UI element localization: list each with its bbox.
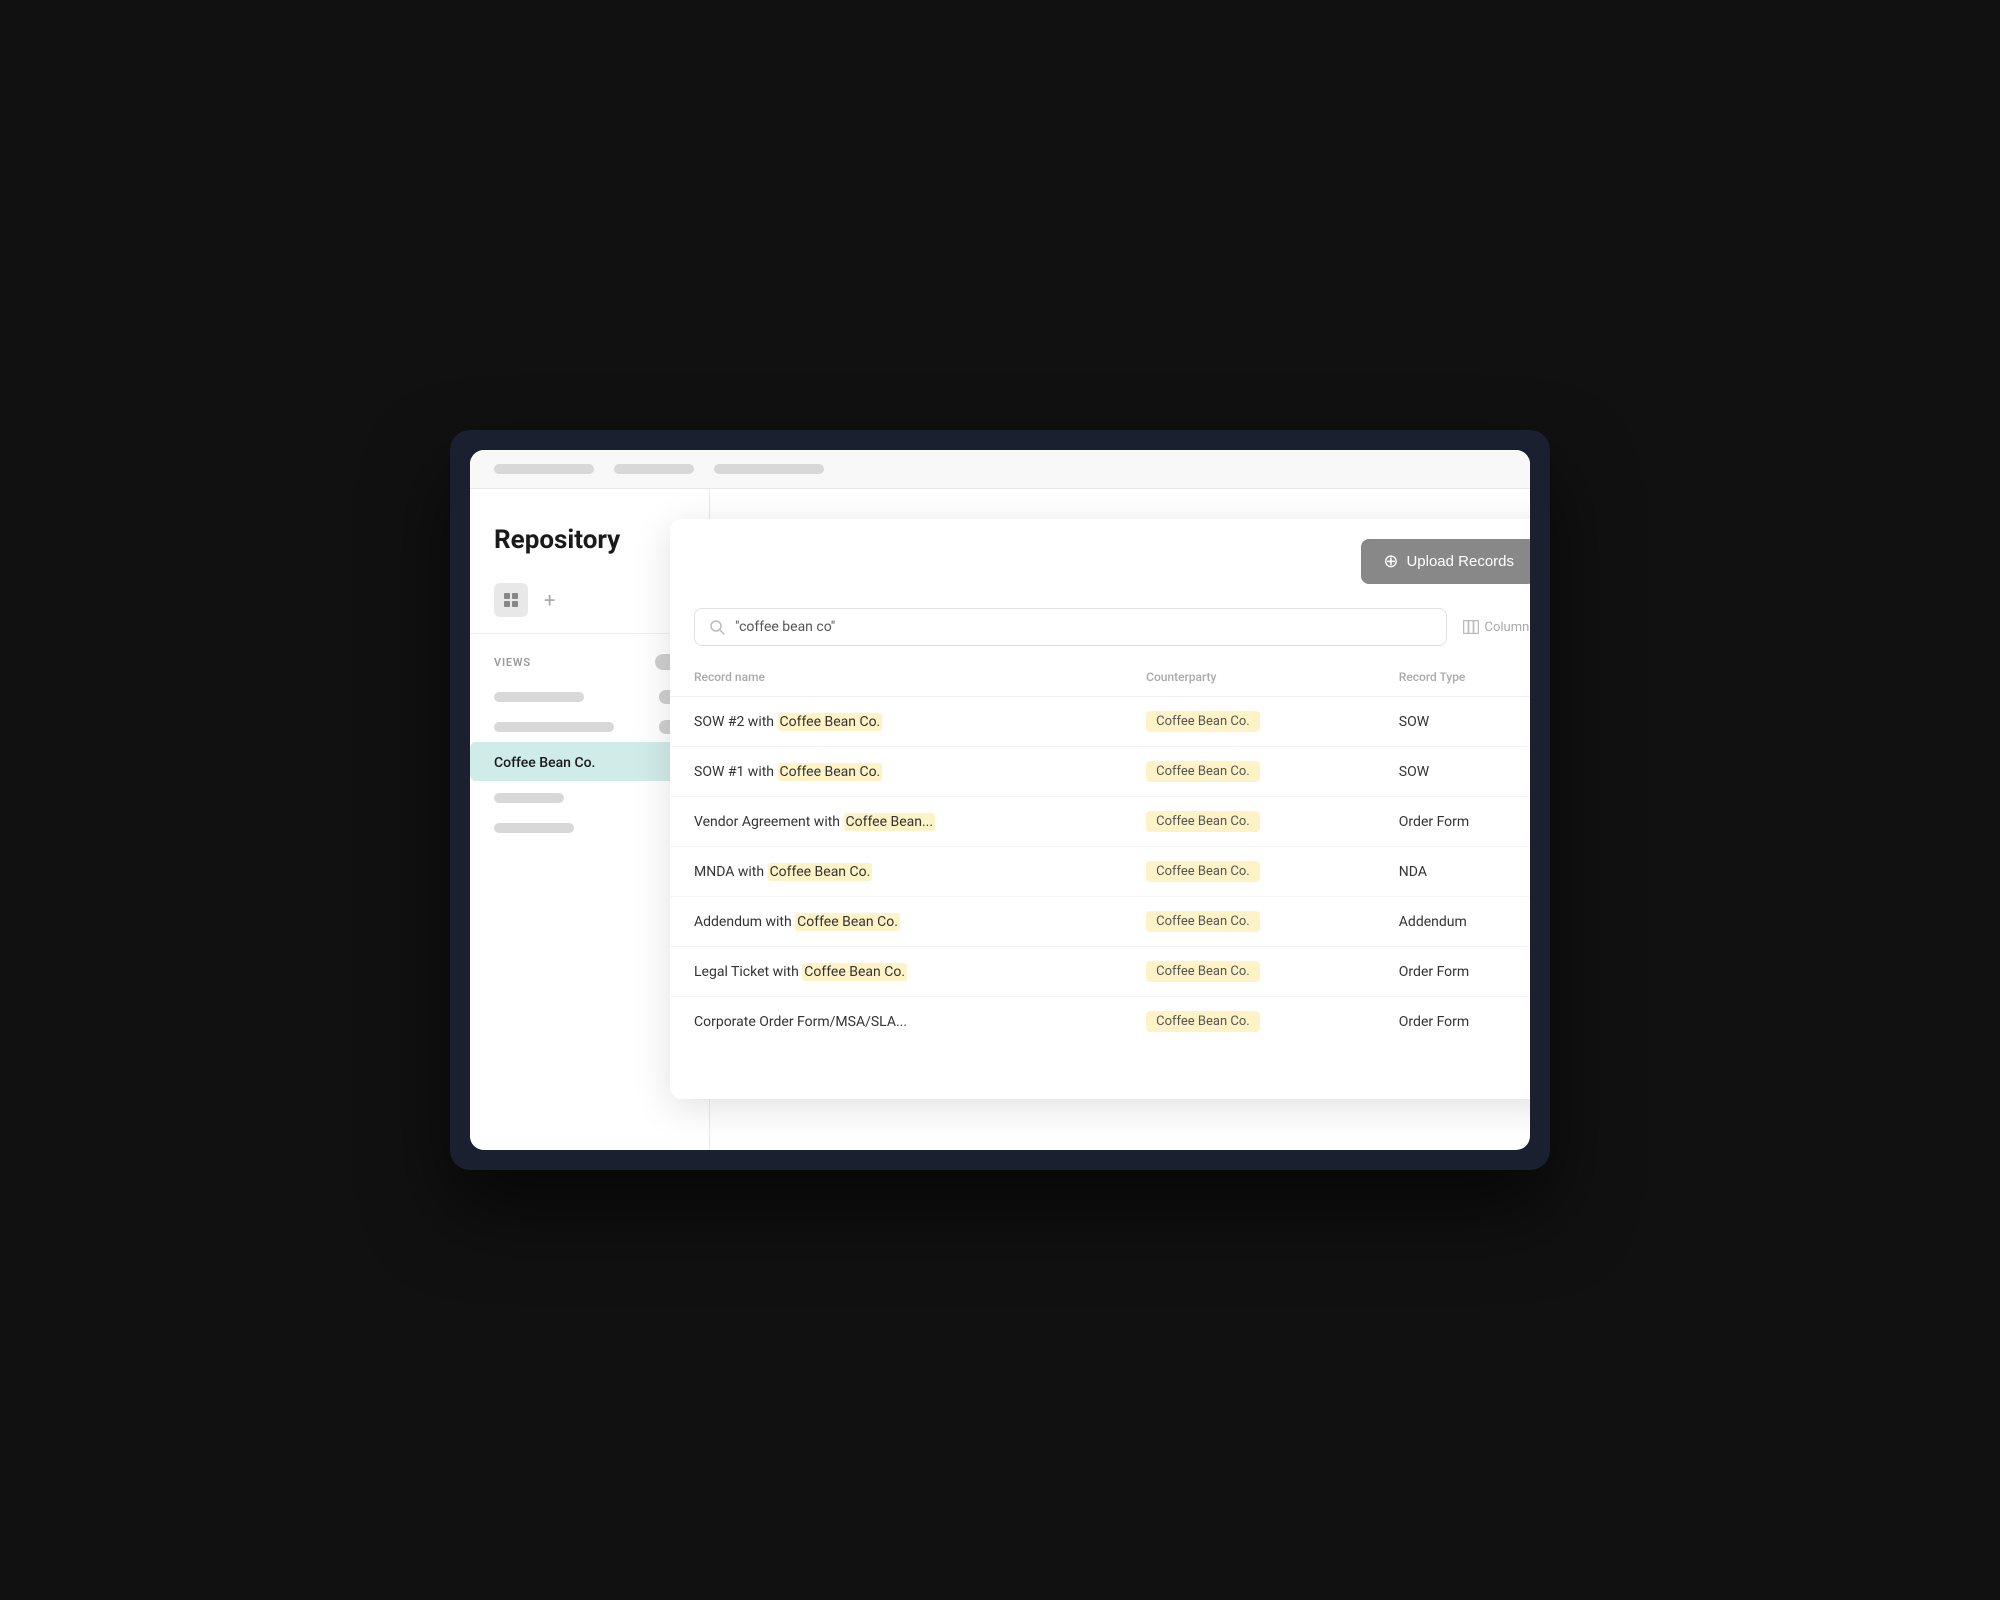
record-name-cell: Vendor Agreement with Coffee Bean... — [670, 797, 1122, 847]
views-label: VIEWS — [494, 656, 531, 669]
app-window: Repository + VIEWS — [470, 450, 1530, 1150]
nav-pill-2 — [614, 464, 694, 474]
counterparty-tag: Coffee Bean Co. — [1146, 961, 1260, 982]
record-type-cell: Order Form — [1375, 997, 1530, 1047]
main-area: Repository + VIEWS — [470, 489, 1530, 1150]
top-nav — [470, 450, 1530, 489]
content-header: ⊕ Upload Records — [670, 519, 1530, 600]
record-type-cell: SOW — [1375, 747, 1530, 797]
table-row[interactable]: MNDA with Coffee Bean Co.Coffee Bean Co.… — [670, 847, 1530, 897]
table-row[interactable]: Addendum with Coffee Bean Co.Coffee Bean… — [670, 897, 1530, 947]
counterparty-tag: Coffee Bean Co. — [1146, 911, 1260, 932]
sidebar-item-2-label — [494, 722, 614, 732]
name-highlight: Coffee Bean... — [844, 813, 936, 831]
counterparty-tag: Coffee Bean Co. — [1146, 1011, 1260, 1032]
columns-icon — [1463, 620, 1479, 634]
sidebar-view-icon[interactable] — [494, 583, 528, 617]
sidebar-item-1-label — [494, 692, 584, 702]
record-type-cell: Order Form — [1375, 797, 1530, 847]
counterparty-cell: Coffee Bean Co. — [1122, 697, 1375, 747]
record-name-cell: MNDA with Coffee Bean Co. — [670, 847, 1122, 897]
sidebar-sub-label — [494, 823, 574, 833]
record-type-cell: SOW — [1375, 697, 1530, 747]
upload-records-button[interactable]: ⊕ Upload Records — [1361, 539, 1530, 584]
sidebar-group-label — [494, 793, 564, 803]
counterparty-cell: Coffee Bean Co. — [1122, 897, 1375, 947]
counterparty-tag: Coffee Bean Co. — [1146, 811, 1260, 832]
columns-button[interactable]: Columns — [1463, 620, 1531, 635]
col-header-name: Record name — [670, 662, 1122, 697]
table-row[interactable]: SOW #2 with Coffee Bean Co.Coffee Bean C… — [670, 697, 1530, 747]
search-query-display: "coffee bean co" — [735, 619, 835, 635]
sidebar-active-label: Coffee Bean Co. — [494, 755, 595, 771]
col-header-type: Record Type — [1375, 662, 1530, 697]
name-highlight: Coffee Bean Co. — [795, 913, 900, 931]
record-name-cell: SOW #2 with Coffee Bean Co. — [670, 697, 1122, 747]
table-row[interactable]: Corporate Order Form/MSA/SLA... Coffee Be… — [670, 997, 1530, 1047]
columns-label: Columns — [1485, 620, 1531, 635]
name-highlight: Coffee Bean Co. — [802, 963, 907, 981]
upload-plus-icon: ⊕ — [1383, 551, 1398, 572]
content-panel: ⊕ Upload Records "coffee bean co" — [670, 519, 1530, 1099]
screen-wrapper: Repository + VIEWS — [450, 430, 1550, 1170]
record-name-cell: Legal Ticket with Coffee Bean Co. — [670, 947, 1122, 997]
add-view-button[interactable]: + — [544, 588, 555, 612]
table-row[interactable]: Vendor Agreement with Coffee Bean...Coff… — [670, 797, 1530, 847]
name-highlight: Coffee Bean Co. — [768, 863, 873, 881]
table-header-row: Record name Counterparty Record Type — [670, 662, 1530, 697]
counterparty-cell: Coffee Bean Co. — [1122, 747, 1375, 797]
nav-pill-3 — [714, 464, 824, 474]
table-row[interactable]: SOW #1 with Coffee Bean Co.Coffee Bean C… — [670, 747, 1530, 797]
counterparty-tag: Coffee Bean Co. — [1146, 861, 1260, 882]
record-name-cell: SOW #1 with Coffee Bean Co. — [670, 747, 1122, 797]
table-row[interactable]: Legal Ticket with Coffee Bean Co.Coffee … — [670, 947, 1530, 997]
record-type-cell: Order Form — [1375, 947, 1530, 997]
search-row: "coffee bean co" Columns — [670, 600, 1530, 662]
counterparty-cell: Coffee Bean Co. — [1122, 997, 1375, 1047]
nav-pill-1 — [494, 464, 594, 474]
counterparty-tag: Coffee Bean Co. — [1146, 761, 1260, 782]
counterparty-cell: Coffee Bean Co. — [1122, 947, 1375, 997]
grid-icon — [503, 592, 519, 608]
record-name-cell: Addendum with Coffee Bean Co. — [670, 897, 1122, 947]
col-header-counterparty: Counterparty — [1122, 662, 1375, 697]
counterparty-cell: Coffee Bean Co. — [1122, 797, 1375, 847]
record-name-cell: Corporate Order Form/MSA/SLA... — [670, 997, 1122, 1047]
counterparty-tag: Coffee Bean Co. — [1146, 711, 1260, 732]
record-type-cell: NDA — [1375, 847, 1530, 897]
name-highlight: Coffee Bean Co. — [778, 713, 883, 731]
upload-button-label: Upload Records — [1406, 553, 1514, 570]
search-icon — [709, 619, 725, 635]
records-table: Record name Counterparty Record Type SOW… — [670, 662, 1530, 1046]
name-highlight: Coffee Bean Co. — [778, 763, 883, 781]
search-box[interactable]: "coffee bean co" — [694, 608, 1447, 646]
record-type-cell: Addendum — [1375, 897, 1530, 947]
counterparty-cell: Coffee Bean Co. — [1122, 847, 1375, 897]
